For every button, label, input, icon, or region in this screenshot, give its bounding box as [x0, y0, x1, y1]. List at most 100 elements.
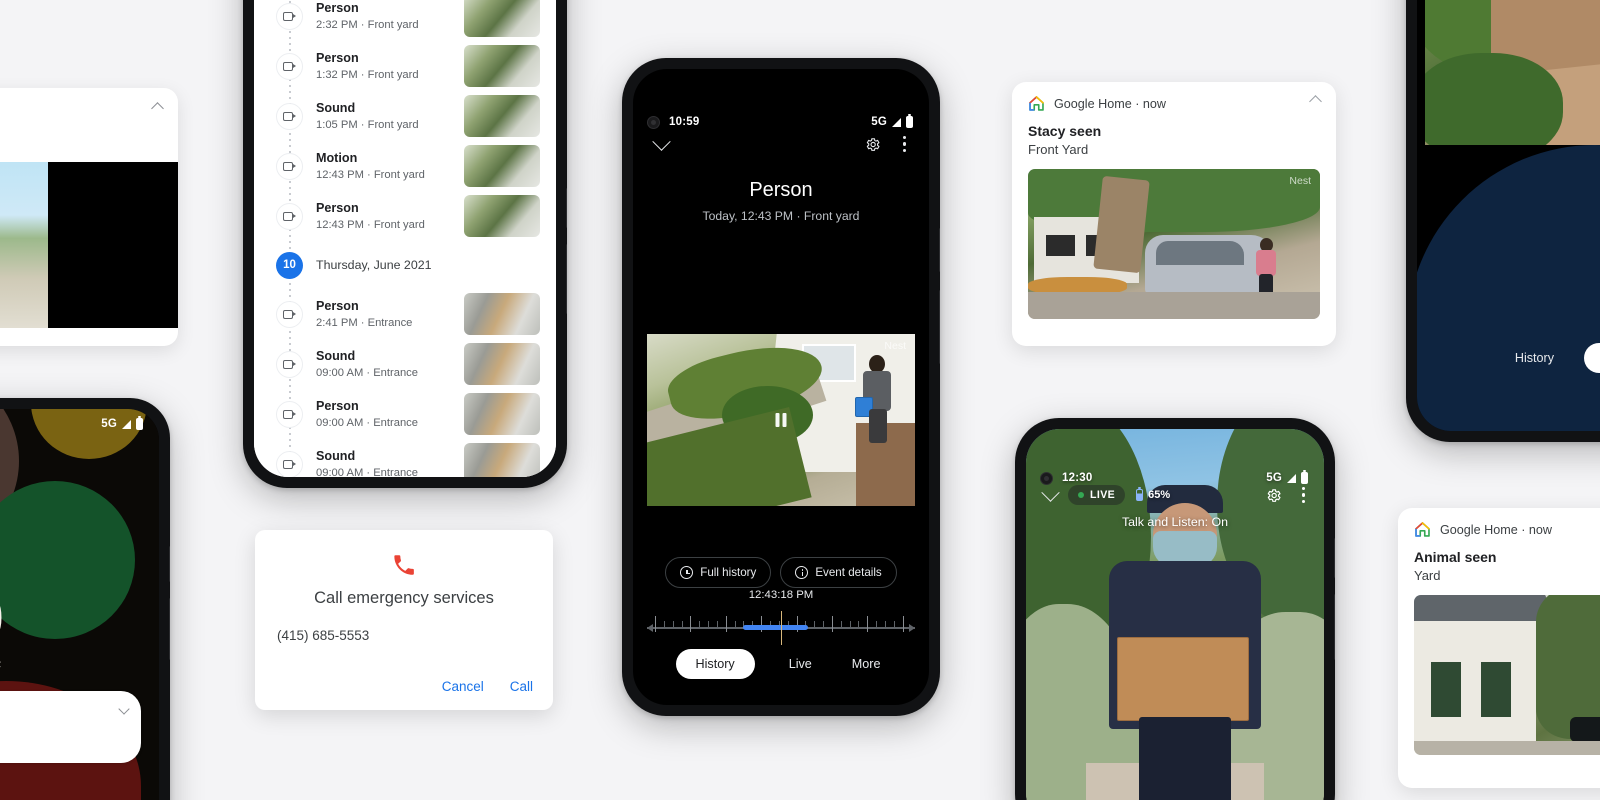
event-thumbnail[interactable]: [464, 195, 540, 237]
camera-punchhole: [647, 115, 660, 129]
lockscreen-phone: 5G :00 g 19 68°F: [0, 398, 170, 800]
phone-icon: [255, 552, 553, 578]
camera-icon: [283, 211, 296, 221]
page-title: Person: [749, 179, 813, 201]
event-group-today: Person 2:32 PM · Front yard Person 1:32 PM …: [254, 0, 556, 241]
notification-snapshot[interactable]: Nest: [1028, 169, 1320, 319]
notification-subtitle: Yard: [1414, 568, 1441, 583]
event-type-label: Person: [316, 0, 359, 15]
live-view-phone: 12:30 5G LIVE 65% Talk and Listen: On: [1015, 418, 1335, 800]
camera-icon: [283, 11, 296, 21]
two-way-talk-panel: [1417, 145, 1600, 431]
event-thumbnail[interactable]: [464, 45, 540, 87]
pause-icon[interactable]: [775, 413, 787, 427]
chevron-down-icon[interactable]: [1041, 482, 1060, 502]
network-label: 5G: [871, 116, 887, 128]
emergency-call-dialog[interactable]: Call emergency services (415) 685-5553 C…: [255, 530, 553, 710]
event-thumbnail[interactable]: [464, 293, 540, 335]
date-header: 10 Thursday, June 2021: [254, 241, 556, 289]
event-thumbnail[interactable]: [464, 443, 540, 477]
chevron-down-icon[interactable]: [118, 703, 130, 715]
live-view-screen[interactable]: 12:30 5G LIVE 65% Talk and Listen: On: [1026, 429, 1324, 800]
event-type-label: Sound: [316, 348, 356, 363]
more-vertical-icon[interactable]: [903, 135, 907, 153]
event-meta: 09:00 AM · Entrance: [316, 416, 418, 429]
person-in-live-video: [1103, 484, 1269, 800]
live-badge: LIVE: [1068, 485, 1126, 505]
timeline-tick: [840, 621, 842, 627]
timeline-scrubber[interactable]: [647, 609, 915, 649]
timeline-tick: [876, 621, 878, 627]
event-thumbnail[interactable]: [464, 343, 540, 385]
chevron-up-icon[interactable]: [151, 102, 164, 115]
list-item[interactable]: Person 1:32 PM · Front yard: [254, 41, 556, 91]
tab-history[interactable]: History: [675, 649, 755, 679]
list-item[interactable]: Sound 1:05 PM · Front yard: [254, 91, 556, 141]
notification-app-line: Google Home · now: [1440, 522, 1552, 537]
event-type-label: Sound: [316, 448, 356, 463]
dialog-title: Call emergency services: [314, 589, 494, 607]
google-home-icon: [1414, 522, 1431, 537]
date-label: Thursday, June 2021: [316, 258, 432, 272]
timeline-tick: [716, 621, 718, 627]
full-history-chip[interactable]: Full history: [665, 557, 772, 588]
timeline-event-segment[interactable]: [743, 625, 808, 630]
event-player-screen: 10:59 5G Person Today, 12:43 PM · Front …: [633, 69, 929, 705]
event-thumbnail[interactable]: [464, 95, 540, 137]
event-text: Person 12:43 PM · Front yard: [303, 200, 464, 233]
event-thumbnail[interactable]: [464, 145, 540, 187]
timeline-tick: [823, 621, 825, 627]
tab-live[interactable]: Live: [1584, 343, 1600, 373]
battery-percent: 65%: [1148, 489, 1171, 501]
list-item[interactable]: Sound 09:00 AM · Entrance: [254, 339, 556, 389]
more-vertical-icon[interactable]: [1302, 486, 1306, 504]
event-text: Person 2:32 PM · Front yard: [303, 0, 464, 33]
timeline-playhead[interactable]: [781, 611, 783, 645]
list-item[interactable]: Sound 09:00 AM · Entrance: [254, 439, 556, 477]
timeline-tick: [814, 621, 816, 627]
timeline-tick: [663, 621, 665, 627]
list-item[interactable]: Person 2:32 PM · Front yard: [254, 0, 556, 41]
timeline-tick: [893, 621, 895, 627]
network-label: 5G: [101, 418, 117, 430]
event-meta: 09:00 AM · Entrance: [316, 366, 418, 379]
tab-more[interactable]: More: [846, 649, 887, 679]
event-details-chip[interactable]: Event details: [780, 557, 897, 588]
camera-icon: [283, 459, 296, 469]
call-button[interactable]: Call: [510, 679, 533, 694]
camera-icon: [283, 161, 296, 171]
list-item[interactable]: Person 12:43 PM · Front yard: [254, 191, 556, 241]
event-meta: 12:43 PM · Front yard: [316, 168, 425, 181]
event-history-list[interactable]: Person 2:32 PM · Front yard Person 1:32 PM …: [254, 0, 556, 477]
notification-stacy-seen[interactable]: Google Home · now Stacy seen Front Yard …: [1012, 82, 1336, 346]
timeline-tick: [902, 616, 904, 632]
list-item[interactable]: Person 2:41 PM · Entrance: [254, 289, 556, 339]
event-thumbnail[interactable]: [464, 393, 540, 435]
preview-card-blank-panel: [48, 162, 178, 328]
nest-watermark: Nest: [1289, 175, 1311, 187]
gear-icon[interactable]: [864, 136, 881, 153]
event-meta: 1:05 PM · Front yard: [316, 118, 419, 131]
gear-icon[interactable]: [1265, 487, 1282, 504]
notification-animal-seen[interactable]: Google Home · now Animal seen Yard: [1398, 508, 1600, 788]
event-thumbnail[interactable]: [464, 0, 540, 37]
list-item[interactable]: Person 09:00 AM · Entrance: [254, 389, 556, 439]
cancel-button[interactable]: Cancel: [442, 679, 484, 694]
tab-live[interactable]: Live: [783, 649, 818, 679]
event-type-label: Person: [316, 200, 359, 215]
two-way-talk-screen: History Live: [1417, 0, 1600, 431]
notification-snapshot[interactable]: [1414, 595, 1600, 755]
lockscreen-notification-card[interactable]: [0, 691, 141, 763]
timeline-tick: [849, 621, 851, 627]
camera-video-frame[interactable]: [1425, 0, 1600, 145]
event-video[interactable]: Nest: [647, 334, 915, 506]
player-status-bar: 10:59 5G: [633, 107, 929, 137]
list-item[interactable]: Motion 12:43 PM · Front yard: [254, 141, 556, 191]
event-text: Sound 1:05 PM · Front yard: [303, 100, 464, 133]
nest-watermark: Nest: [884, 340, 906, 352]
bottom-tab-bar: History Live More: [633, 649, 929, 679]
lockscreen-screen: 5G :00 g 19 68°F: [0, 409, 159, 800]
camera-icon: [283, 359, 296, 369]
preview-card[interactable]: [0, 88, 178, 346]
tab-history[interactable]: History: [1509, 343, 1560, 373]
